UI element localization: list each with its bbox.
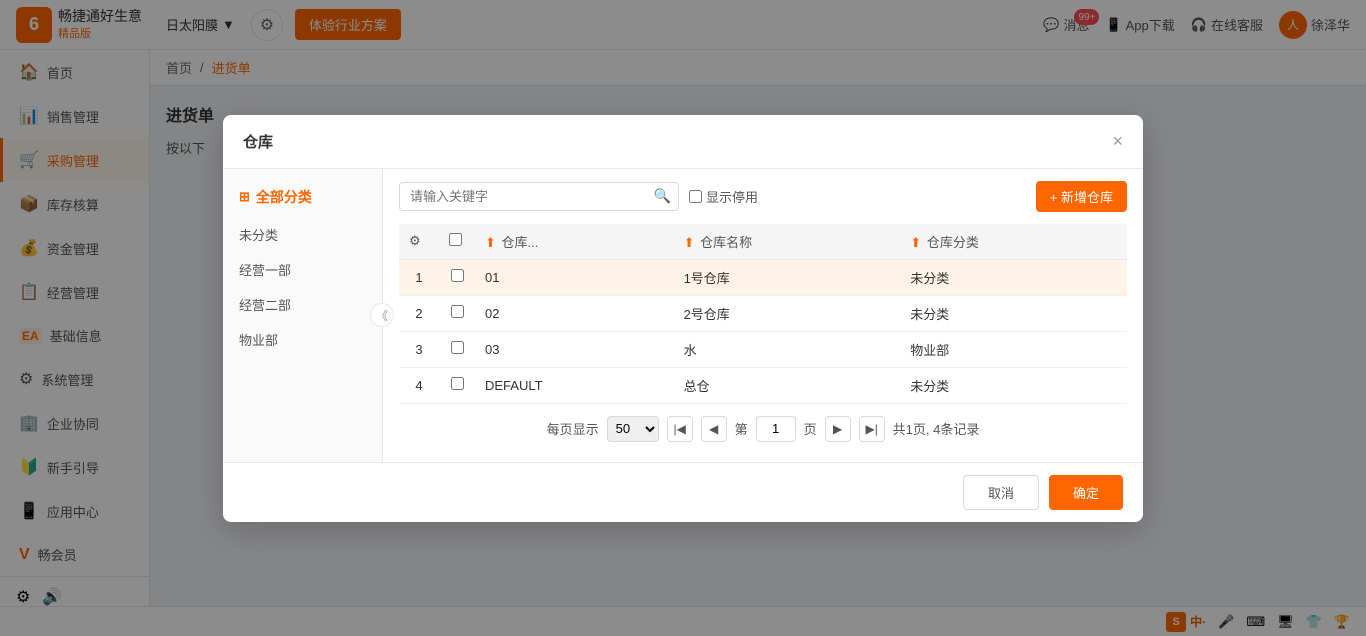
table-container: ⚙ ⬆ 仓库... ⬆ 仓库名称 bbox=[399, 224, 1127, 404]
row-check-4[interactable] bbox=[439, 367, 475, 403]
dialog-all-categories[interactable]: ⊞ 全部分类 bbox=[223, 177, 382, 217]
sidebar-collapse-button[interactable]: 《 bbox=[370, 303, 394, 327]
total-records: 共1页, 4条记录 bbox=[893, 419, 980, 438]
last-page-button[interactable]: ▶| bbox=[859, 416, 885, 442]
th-settings: ⚙ bbox=[399, 224, 439, 260]
dialog-footer: 取消 确定 bbox=[223, 462, 1143, 522]
sort-icon-code: ⬆ bbox=[485, 235, 496, 250]
warehouse-table: ⚙ ⬆ 仓库... ⬆ 仓库名称 bbox=[399, 224, 1127, 404]
row-check-3[interactable] bbox=[439, 331, 475, 367]
confirm-button[interactable]: 确定 bbox=[1049, 475, 1123, 510]
show-disabled-checkbox-label[interactable]: 显示停用 bbox=[689, 187, 758, 206]
row-name-3: 水 bbox=[674, 331, 901, 367]
first-page-button[interactable]: |◀ bbox=[667, 416, 693, 442]
search-input[interactable] bbox=[399, 182, 679, 211]
sort-icon-category: ⬆ bbox=[910, 235, 921, 250]
row-index-3: 3 bbox=[399, 331, 439, 367]
grid-icon: ⊞ bbox=[239, 189, 250, 205]
row-category-2: 未分类 bbox=[900, 295, 1127, 331]
next-page-button[interactable]: ▶ bbox=[825, 416, 851, 442]
per-page-select[interactable]: 50 20 100 bbox=[607, 416, 659, 442]
row-code-2: 02 bbox=[475, 295, 674, 331]
row-category-1: 未分类 bbox=[900, 259, 1127, 295]
pagination: 每页显示 50 20 100 |◀ ◀ 第 页 ▶ ▶| 共1页, 4条记录 bbox=[399, 404, 1127, 450]
search-input-wrap: 🔍 bbox=[399, 182, 679, 211]
row-index-2: 2 bbox=[399, 295, 439, 331]
row-checkbox-2[interactable] bbox=[451, 305, 464, 318]
row-category-3: 物业部 bbox=[900, 331, 1127, 367]
row-check-2[interactable] bbox=[439, 295, 475, 331]
dialog-header: 仓库 × bbox=[223, 115, 1143, 169]
row-name-4: 总仓 bbox=[674, 367, 901, 403]
table-header-row: ⚙ ⬆ 仓库... ⬆ 仓库名称 bbox=[399, 224, 1127, 260]
dialog-title: 仓库 bbox=[243, 131, 273, 152]
th-name: ⬆ 仓库名称 bbox=[674, 224, 901, 260]
sort-icon-name: ⬆ bbox=[684, 235, 695, 250]
page-suffix: 页 bbox=[804, 419, 817, 438]
show-disabled-label: 显示停用 bbox=[706, 187, 758, 206]
add-warehouse-button[interactable]: + 新增仓库 bbox=[1036, 181, 1127, 212]
table-row[interactable]: 1 01 1号仓库 未分类 bbox=[399, 259, 1127, 295]
row-checkbox-3[interactable] bbox=[451, 341, 464, 354]
dialog-category-dept1[interactable]: 经营一部 bbox=[223, 252, 382, 287]
row-code-1: 01 bbox=[475, 259, 674, 295]
dialog-category-unclassified[interactable]: 未分类 bbox=[223, 217, 382, 252]
dialog-main: 🔍 显示停用 + 新增仓库 ⚙ bbox=[383, 169, 1143, 462]
row-index-4: 4 bbox=[399, 367, 439, 403]
select-all-checkbox[interactable] bbox=[449, 233, 462, 246]
th-checkbox bbox=[439, 224, 475, 260]
prev-page-button[interactable]: ◀ bbox=[701, 416, 727, 442]
row-code-3: 03 bbox=[475, 331, 674, 367]
row-index-1: 1 bbox=[399, 259, 439, 295]
show-disabled-checkbox[interactable] bbox=[689, 190, 702, 203]
dialog-toolbar: 🔍 显示停用 + 新增仓库 bbox=[399, 181, 1127, 212]
table-row[interactable]: 3 03 水 物业部 bbox=[399, 331, 1127, 367]
table-row[interactable]: 4 DEFAULT 总仓 未分类 bbox=[399, 367, 1127, 403]
dialog-category-dept2[interactable]: 经营二部 bbox=[223, 287, 382, 322]
dialog-body: ⊞ 全部分类 未分类 经营一部 经营二部 物业部 《 🔍 bbox=[223, 169, 1143, 462]
cancel-button[interactable]: 取消 bbox=[963, 475, 1039, 510]
search-button[interactable]: 🔍 bbox=[654, 188, 671, 205]
row-code-4: DEFAULT bbox=[475, 367, 674, 403]
warehouse-dialog: 仓库 × ⊞ 全部分类 未分类 经营一部 经营二部 物业部 《 bbox=[223, 115, 1143, 522]
dialog-close-button[interactable]: × bbox=[1112, 132, 1123, 150]
page-label: 第 bbox=[735, 419, 748, 438]
table-head: ⚙ ⬆ 仓库... ⬆ 仓库名称 bbox=[399, 224, 1127, 260]
row-checkbox-1[interactable] bbox=[451, 269, 464, 282]
page-number-input[interactable] bbox=[756, 416, 796, 442]
dialog-category-property[interactable]: 物业部 bbox=[223, 322, 382, 357]
table-body: 1 01 1号仓库 未分类 2 02 2号仓库 bbox=[399, 259, 1127, 403]
row-category-4: 未分类 bbox=[900, 367, 1127, 403]
dialog-overlay: 仓库 × ⊞ 全部分类 未分类 经营一部 经营二部 物业部 《 bbox=[0, 0, 1366, 636]
row-check-1[interactable] bbox=[439, 259, 475, 295]
all-categories-label: 全部分类 bbox=[256, 187, 312, 207]
dialog-category-sidebar: ⊞ 全部分类 未分类 经营一部 经营二部 物业部 《 bbox=[223, 169, 383, 462]
row-name-1: 1号仓库 bbox=[674, 259, 901, 295]
row-checkbox-4[interactable] bbox=[451, 377, 464, 390]
row-name-2: 2号仓库 bbox=[674, 295, 901, 331]
th-code: ⬆ 仓库... bbox=[475, 224, 674, 260]
table-row[interactable]: 2 02 2号仓库 未分类 bbox=[399, 295, 1127, 331]
th-category: ⬆ 仓库分类 bbox=[900, 224, 1127, 260]
per-page-label: 每页显示 bbox=[547, 419, 599, 438]
